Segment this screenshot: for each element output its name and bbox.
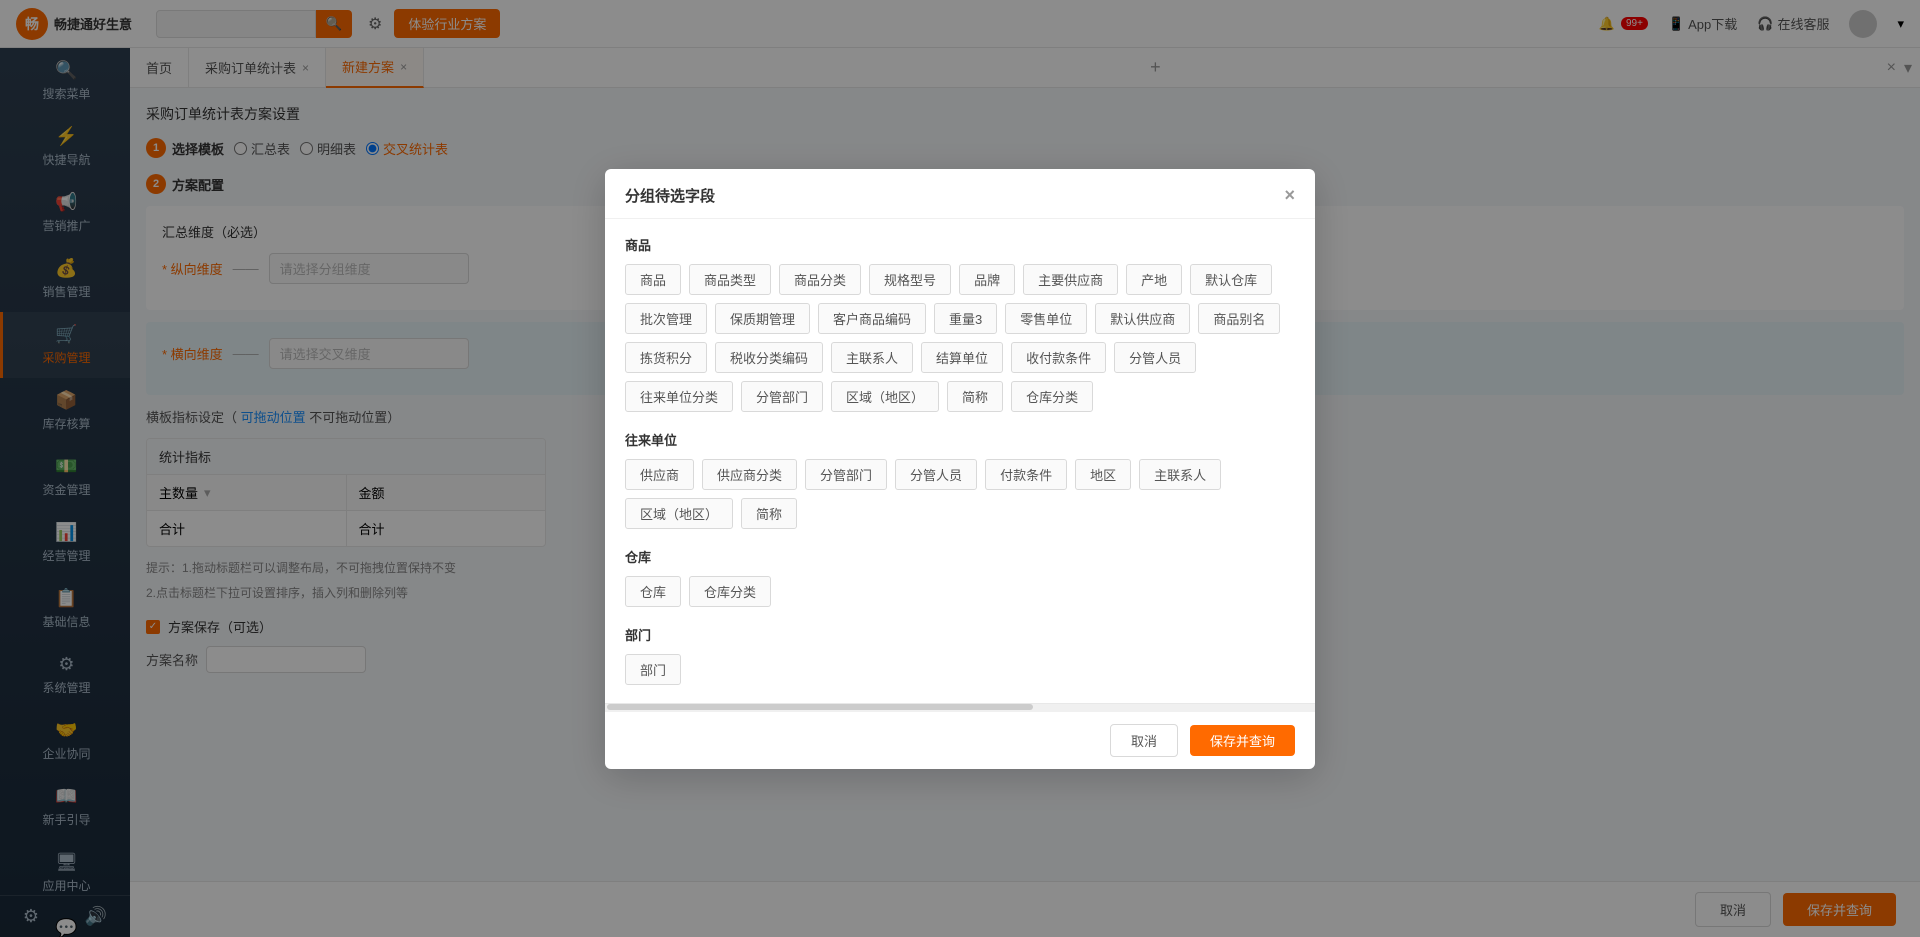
tag-product-17[interactable]: 主联系人	[831, 342, 913, 373]
scrollbar-thumb	[607, 704, 1033, 710]
tag-partner-7[interactable]: 区域（地区）	[625, 498, 733, 529]
field-group-partner: 往来单位 供应商 供应商分类 分管部门 分管人员 付款条件 地区 主联系人 区域…	[625, 430, 1295, 529]
modal-cancel-button[interactable]: 取消	[1110, 724, 1178, 757]
tag-product-11[interactable]: 重量3	[934, 303, 997, 334]
partner-tags: 供应商 供应商分类 分管部门 分管人员 付款条件 地区 主联系人 区域（地区） …	[625, 459, 1295, 529]
tag-product-21[interactable]: 往来单位分类	[625, 381, 733, 412]
tag-product-9[interactable]: 保质期管理	[715, 303, 810, 334]
tag-product-1[interactable]: 商品类型	[689, 264, 771, 295]
tag-product-19[interactable]: 收付款条件	[1011, 342, 1106, 373]
tag-product-10[interactable]: 客户商品编码	[818, 303, 926, 334]
modal-body: 商品 商品 商品类型 商品分类 规格型号 品牌 主要供应商 产地 默认仓库 批次…	[605, 219, 1315, 703]
tag-product-12[interactable]: 零售单位	[1005, 303, 1087, 334]
group-title-product: 商品	[625, 235, 1295, 254]
tag-product-25[interactable]: 仓库分类	[1011, 381, 1093, 412]
tag-product-24[interactable]: 简称	[947, 381, 1003, 412]
tag-partner-4[interactable]: 付款条件	[985, 459, 1067, 490]
modal-dialog: 分组待选字段 × 商品 商品 商品类型 商品分类 规格型号 品牌 主要供应商 产…	[605, 169, 1315, 769]
tag-product-7[interactable]: 默认仓库	[1190, 264, 1272, 295]
tag-product-23[interactable]: 区域（地区）	[831, 381, 939, 412]
tag-product-16[interactable]: 税收分类编码	[715, 342, 823, 373]
tag-product-15[interactable]: 拣货积分	[625, 342, 707, 373]
modal-horizontal-scrollbar[interactable]	[605, 703, 1315, 711]
tag-product-4[interactable]: 品牌	[959, 264, 1015, 295]
modal-title: 分组待选字段	[625, 185, 715, 206]
group-title-warehouse: 仓库	[625, 547, 1295, 566]
dept-tags: 部门	[625, 654, 1295, 685]
tag-warehouse-1[interactable]: 仓库分类	[689, 576, 771, 607]
field-group-product: 商品 商品 商品类型 商品分类 规格型号 品牌 主要供应商 产地 默认仓库 批次…	[625, 235, 1295, 412]
modal-overlay[interactable]: 分组待选字段 × 商品 商品 商品类型 商品分类 规格型号 品牌 主要供应商 产…	[0, 0, 1920, 937]
field-group-warehouse: 仓库 仓库 仓库分类	[625, 547, 1295, 607]
tag-product-5[interactable]: 主要供应商	[1023, 264, 1118, 295]
modal-close-button[interactable]: ×	[1284, 185, 1295, 206]
group-title-dept: 部门	[625, 625, 1295, 644]
tag-product-3[interactable]: 规格型号	[869, 264, 951, 295]
tag-product-0[interactable]: 商品	[625, 264, 681, 295]
tag-partner-0[interactable]: 供应商	[625, 459, 694, 490]
tag-product-20[interactable]: 分管人员	[1114, 342, 1196, 373]
tag-partner-5[interactable]: 地区	[1075, 459, 1131, 490]
tag-product-14[interactable]: 商品别名	[1198, 303, 1280, 334]
tag-product-18[interactable]: 结算单位	[921, 342, 1003, 373]
tag-partner-8[interactable]: 简称	[741, 498, 797, 529]
warehouse-tags: 仓库 仓库分类	[625, 576, 1295, 607]
tag-partner-6[interactable]: 主联系人	[1139, 459, 1221, 490]
tag-product-2[interactable]: 商品分类	[779, 264, 861, 295]
tag-product-8[interactable]: 批次管理	[625, 303, 707, 334]
tag-product-22[interactable]: 分管部门	[741, 381, 823, 412]
product-tags: 商品 商品类型 商品分类 规格型号 品牌 主要供应商 产地 默认仓库 批次管理 …	[625, 264, 1295, 412]
tag-product-13[interactable]: 默认供应商	[1095, 303, 1190, 334]
field-group-dept: 部门 部门	[625, 625, 1295, 685]
modal-save-button[interactable]: 保存并查询	[1190, 725, 1295, 756]
modal-footer: 取消 保存并查询	[605, 711, 1315, 769]
tag-dept-0[interactable]: 部门	[625, 654, 681, 685]
group-title-partner: 往来单位	[625, 430, 1295, 449]
tag-product-6[interactable]: 产地	[1126, 264, 1182, 295]
modal-header: 分组待选字段 ×	[605, 169, 1315, 219]
tag-partner-1[interactable]: 供应商分类	[702, 459, 797, 490]
tag-warehouse-0[interactable]: 仓库	[625, 576, 681, 607]
tag-partner-3[interactable]: 分管人员	[895, 459, 977, 490]
tag-partner-2[interactable]: 分管部门	[805, 459, 887, 490]
